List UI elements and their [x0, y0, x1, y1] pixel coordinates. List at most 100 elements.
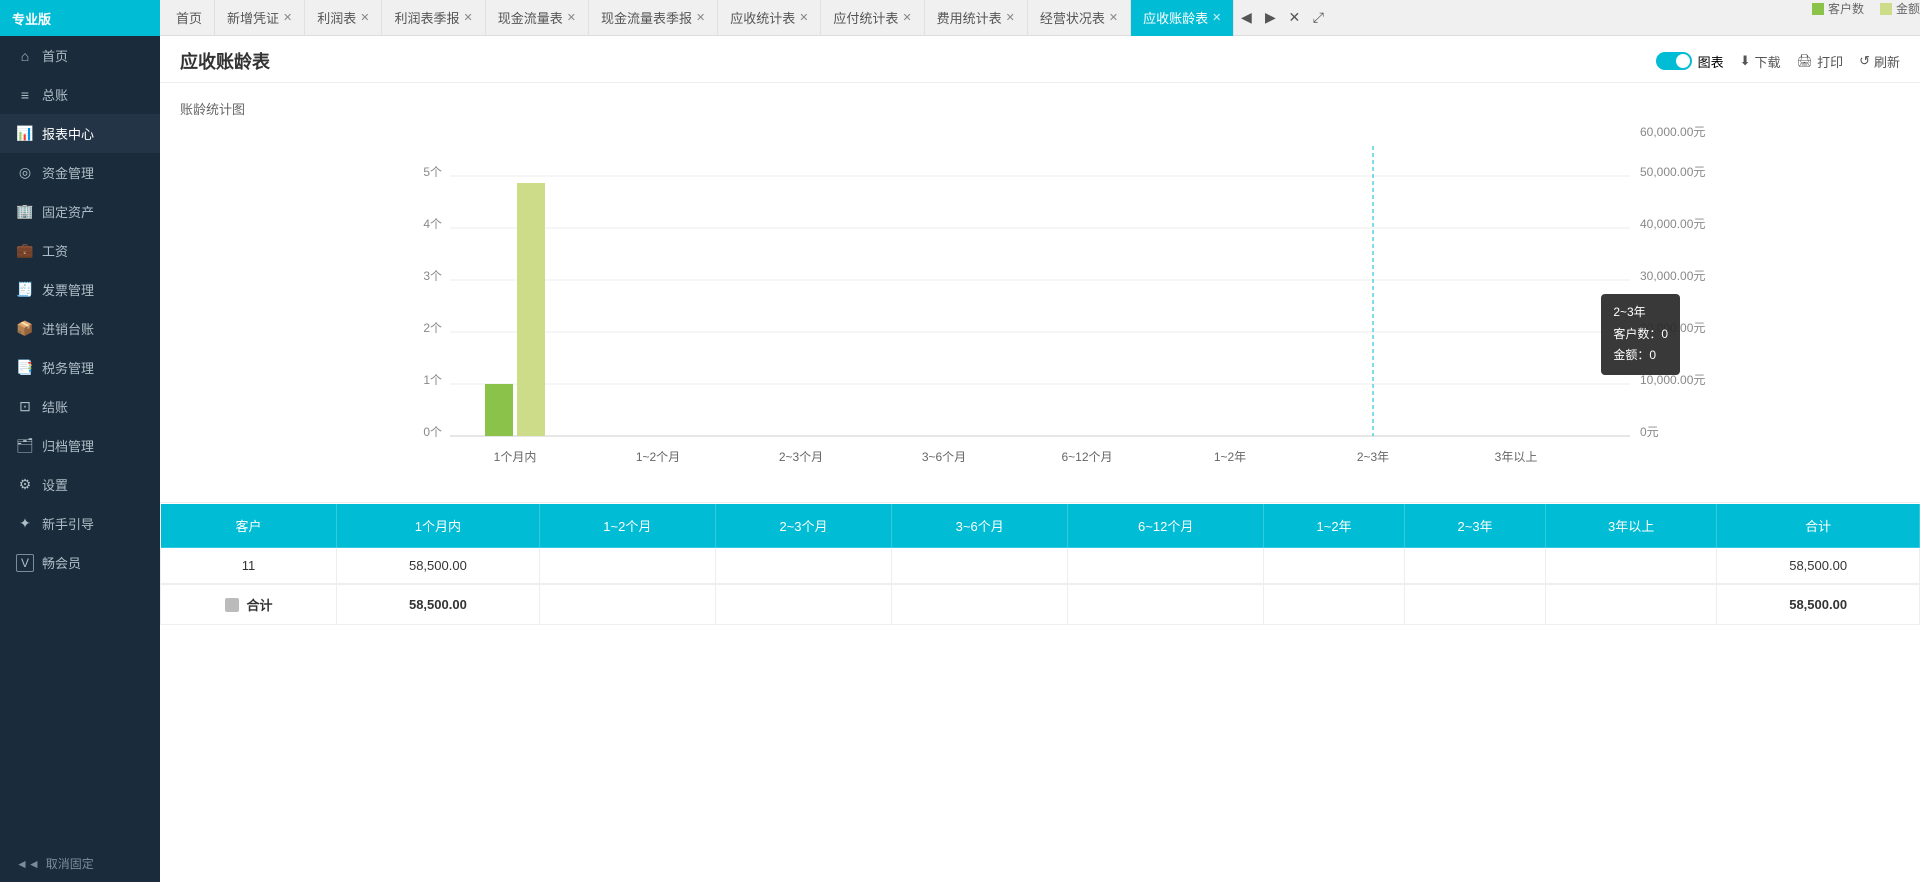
- tab-ar-aging[interactable]: 应收账龄表 ✕: [1131, 0, 1234, 36]
- download-icon: ⬇: [1740, 53, 1751, 69]
- svg-text:60,000.00元: 60,000.00元: [1640, 126, 1705, 139]
- svg-text:30,000.00元: 30,000.00元: [1640, 269, 1705, 283]
- th-m12: 1~2个月: [539, 504, 715, 548]
- sidebar-item-settings[interactable]: ⚙ 设置: [0, 465, 160, 504]
- tab-scroll-left[interactable]: ◀: [1234, 0, 1258, 36]
- close-tab-profit-q[interactable]: ✕: [464, 11, 473, 24]
- th-total: 合计: [1717, 504, 1920, 548]
- sidebar-item-member[interactable]: V 畅会员: [0, 543, 160, 582]
- svg-text:3~6个月: 3~6个月: [922, 450, 966, 464]
- chart-toggle[interactable]: [1656, 52, 1692, 70]
- table-total-row: 合计 58,500.00 58,500.00: [161, 584, 1920, 625]
- tab-cashflow[interactable]: 现金流量表 ✕: [486, 0, 589, 36]
- sidebar-item-guide[interactable]: ✦ 新手引导: [0, 504, 160, 543]
- svg-text:20,000.00元: 20,000.00元: [1640, 321, 1705, 335]
- cell-total-sum: 58,500.00: [1717, 584, 1920, 625]
- svg-text:0个: 0个: [423, 425, 442, 439]
- sidebar-item-home[interactable]: ⌂ 首页: [0, 36, 160, 75]
- refresh-button[interactable]: ↺ 刷新: [1859, 52, 1900, 71]
- cell-m1: 58,500.00: [337, 548, 540, 585]
- tab-voucher[interactable]: 新增凭证 ✕: [215, 0, 305, 36]
- svg-text:6~12个月: 6~12个月: [1061, 450, 1112, 464]
- cell-total-m1: 58,500.00: [337, 584, 540, 625]
- svg-text:1~2年: 1~2年: [1214, 450, 1246, 464]
- svg-text:3个: 3个: [423, 269, 442, 283]
- close-tab-business[interactable]: ✕: [1109, 11, 1118, 24]
- guide-icon: ✦: [16, 515, 34, 532]
- svg-text:1个月内: 1个月内: [494, 450, 537, 464]
- th-m612: 6~12个月: [1068, 504, 1264, 548]
- close-tab-ar-aging[interactable]: ✕: [1212, 11, 1221, 24]
- chart-toggle-group: 图表: [1656, 52, 1724, 71]
- close-tab-expense[interactable]: ✕: [1006, 11, 1015, 24]
- tab-maximize[interactable]: ⤢: [1306, 0, 1330, 36]
- chart-toggle-label: 图表: [1698, 52, 1724, 71]
- svg-text:2个: 2个: [423, 321, 442, 335]
- pin-icon: ◄◄: [16, 857, 40, 871]
- cell-y23: [1405, 548, 1546, 585]
- sidebar: 专业版 ⌂ 首页 ≡ 总账 📊 报表中心 ◎ 资金管理 🏢 固定资产 💼 工资 …: [0, 0, 160, 882]
- tab-profit[interactable]: 利润表 ✕: [305, 0, 382, 36]
- sidebar-pin-toggle[interactable]: ◄◄ 取消固定: [0, 845, 160, 882]
- tab-profit-q[interactable]: 利润表季报 ✕: [382, 0, 485, 36]
- svg-text:3年以上: 3年以上: [1495, 450, 1538, 464]
- chart-title: 账龄统计图: [180, 99, 1900, 118]
- svg-text:10,000.00元: 10,000.00元: [1640, 373, 1705, 387]
- tab-home[interactable]: 首页: [164, 0, 215, 36]
- th-m36: 3~6个月: [892, 504, 1068, 548]
- tab-close-all[interactable]: ✕: [1282, 0, 1306, 36]
- cell-total-label: 合计: [161, 584, 337, 625]
- cell-total-y12: [1264, 584, 1405, 625]
- ledger-icon: ≡: [16, 87, 34, 103]
- header-actions: 图表 ⬇ 下载 🖨 打印 ↺ 刷新: [1656, 52, 1900, 71]
- sidebar-item-tax[interactable]: 📑 税务管理: [0, 348, 160, 387]
- close-tab-ar-stat[interactable]: ✕: [799, 11, 808, 24]
- sidebar-item-ledger[interactable]: ≡ 总账: [0, 75, 160, 114]
- th-m1: 1个月内: [337, 504, 540, 548]
- cell-total-m12: [539, 584, 715, 625]
- th-y3p: 3年以上: [1546, 504, 1717, 548]
- tab-cashflow-q[interactable]: 现金流量表季报 ✕: [589, 0, 718, 36]
- close-tab-ap-stat[interactable]: ✕: [902, 11, 911, 24]
- print-button[interactable]: 🖨 打印: [1797, 52, 1844, 71]
- tab-business[interactable]: 经营状况表 ✕: [1028, 0, 1131, 36]
- bar-m1-customers: [485, 384, 513, 436]
- table-section: 客户 1个月内 1~2个月 2~3个月 3~6个月 6~12个月 1~2年 2~…: [160, 503, 1920, 625]
- tab-bar: 首页 新增凭证 ✕ 利润表 ✕ 利润表季报 ✕ 现金流量表 ✕ 现金流量表季报 …: [160, 0, 1920, 36]
- svg-text:0元: 0元: [1640, 425, 1659, 439]
- tab-ar-stat[interactable]: 应收统计表 ✕: [718, 0, 821, 36]
- sidebar-item-salary[interactable]: 💼 工资: [0, 231, 160, 270]
- close-tab-voucher[interactable]: ✕: [283, 11, 292, 24]
- tab-expense[interactable]: 费用统计表 ✕: [925, 0, 1028, 36]
- sidebar-item-finance[interactable]: ◎ 资金管理: [0, 153, 160, 192]
- settings-icon: ⚙: [16, 476, 34, 493]
- sidebar-item-archive[interactable]: 🗂 归档管理: [0, 426, 160, 465]
- th-y12: 1~2年: [1264, 504, 1405, 548]
- assets-icon: 🏢: [16, 203, 34, 220]
- content-area: 账龄统计图 客户数 金额 0个 1个 2个 3个: [160, 83, 1920, 882]
- sidebar-item-purchase[interactable]: 📦 进销台账: [0, 309, 160, 348]
- member-icon: V: [16, 554, 34, 572]
- tab-ap-stat[interactable]: 应付统计表 ✕: [821, 0, 924, 36]
- print-icon: 🖨: [1797, 53, 1814, 69]
- sidebar-item-close[interactable]: ⊡ 结账: [0, 387, 160, 426]
- cell-y3p: [1546, 548, 1717, 585]
- sidebar-item-invoice[interactable]: 🧾 发票管理: [0, 270, 160, 309]
- svg-text:1~2个月: 1~2个月: [636, 450, 680, 464]
- tax-icon: 📑: [16, 359, 34, 376]
- download-button[interactable]: ⬇ 下载: [1740, 52, 1781, 71]
- app-logo: 专业版: [0, 0, 160, 36]
- cell-m612: [1068, 548, 1264, 585]
- close-tab-profit[interactable]: ✕: [360, 11, 369, 24]
- sidebar-item-reports[interactable]: 📊 报表中心: [0, 114, 160, 153]
- svg-text:5个: 5个: [423, 165, 442, 179]
- close-tab-cashflow-q[interactable]: ✕: [696, 11, 705, 24]
- svg-text:2~3年: 2~3年: [1357, 450, 1389, 464]
- close-tab-cashflow[interactable]: ✕: [567, 11, 576, 24]
- main-content: 首页 新增凭证 ✕ 利润表 ✕ 利润表季报 ✕ 现金流量表 ✕ 现金流量表季报 …: [160, 0, 1920, 882]
- tab-scroll-right[interactable]: ▶: [1258, 0, 1282, 36]
- sidebar-item-assets[interactable]: 🏢 固定资产: [0, 192, 160, 231]
- cell-total-m612: [1068, 584, 1264, 625]
- finance-icon: ◎: [16, 164, 34, 181]
- page-header: 应收账龄表 图表 ⬇ 下载 🖨 打印 ↺ 刷新: [160, 36, 1920, 83]
